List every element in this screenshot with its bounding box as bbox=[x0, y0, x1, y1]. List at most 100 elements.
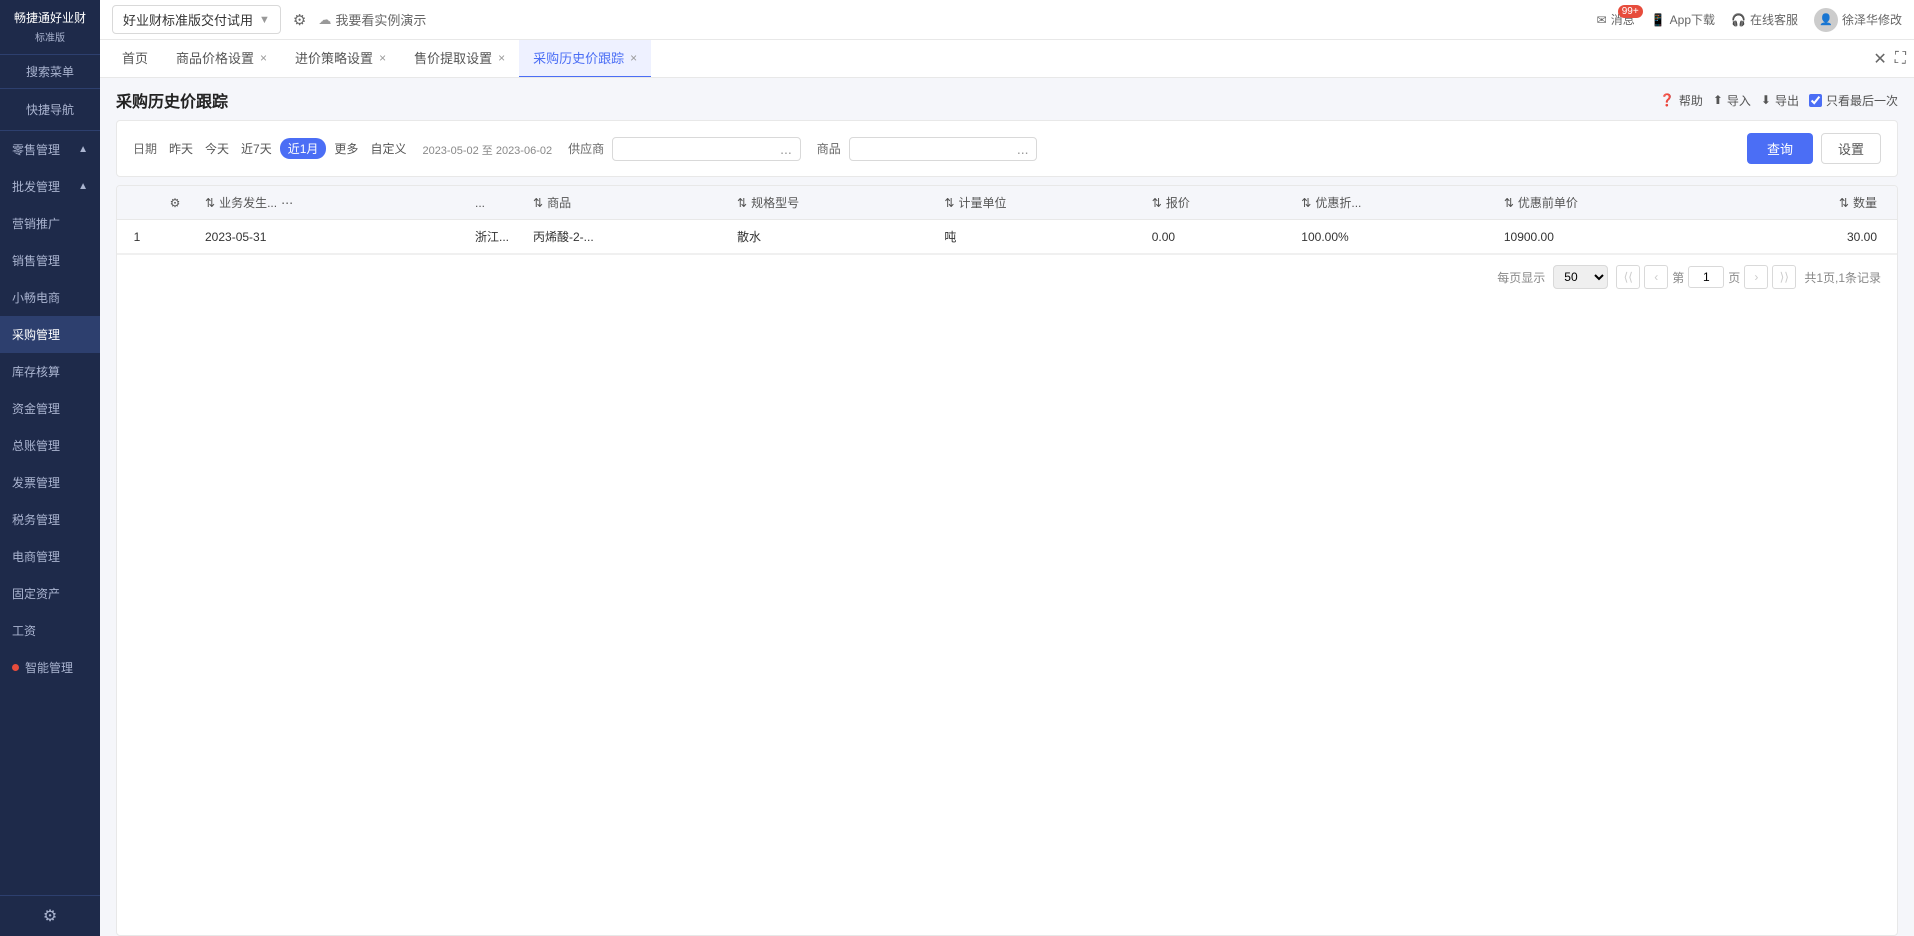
headset-icon: 🎧 bbox=[1731, 13, 1746, 27]
sidebar-item-salary[interactable]: 工资 bbox=[0, 612, 100, 649]
page-actions: ❓ 帮助 ⬆ 导入 ⬇ 导出 只看最后一次 bbox=[1660, 92, 1898, 109]
page-prev-button[interactable]: ‹ bbox=[1644, 265, 1668, 289]
query-button[interactable]: 查询 bbox=[1747, 133, 1813, 164]
sidebar-item-marketing[interactable]: 营销推广 bbox=[0, 205, 100, 242]
tab-expand-icon[interactable]: ⛶ bbox=[1895, 50, 1906, 68]
tab-home[interactable]: 首页 bbox=[108, 40, 162, 78]
app-name: 畅捷通好业财 bbox=[14, 10, 86, 27]
page-nav: ⟨⟨ ‹ 第 页 › ⟩⟩ bbox=[1616, 265, 1796, 289]
col-unit[interactable]: ⇅ 计量单位 bbox=[932, 186, 1139, 220]
date-opt-custom[interactable]: 自定义 bbox=[366, 138, 410, 159]
topbar-right: ✉ 消息 99+ 📱 App下载 🎧 在线客服 👤 徐泽华修改 bbox=[1597, 8, 1902, 32]
sidebar-item-inventory[interactable]: 库存核算 bbox=[0, 353, 100, 390]
sidebar-item-label-retail: 零售管理 bbox=[12, 141, 60, 158]
tab-sale-extract-close[interactable]: × bbox=[498, 52, 505, 64]
sidebar-item-sales[interactable]: 销售管理 bbox=[0, 242, 100, 279]
message-button[interactable]: ✉ 消息 99+ bbox=[1597, 11, 1635, 28]
date-filter-label: 日期 bbox=[133, 140, 157, 157]
tab-sale-extract[interactable]: 售价提取设置 × bbox=[400, 40, 519, 78]
supplier-dots[interactable]: ... bbox=[780, 141, 792, 157]
col-discount[interactable]: ⇅ 优惠折... bbox=[1289, 186, 1492, 220]
sidebar-item-invoice[interactable]: 发票管理 bbox=[0, 464, 100, 501]
date-opt-more[interactable]: 更多 bbox=[330, 138, 362, 159]
supplier-input[interactable] bbox=[621, 142, 776, 156]
date-opt-1month[interactable]: 近1月 bbox=[280, 138, 327, 159]
module-selector-arrow: ▼ bbox=[259, 14, 270, 26]
tab-price-settings[interactable]: 商品价格设置 × bbox=[162, 40, 281, 78]
online-service-button[interactable]: 🎧 在线客服 bbox=[1731, 11, 1798, 28]
col-business-date[interactable]: ⇅ 业务发生... ⋯ bbox=[193, 186, 463, 220]
page-last-button[interactable]: ⟩⟩ bbox=[1772, 265, 1796, 289]
page-first-button[interactable]: ⟨⟨ bbox=[1616, 265, 1640, 289]
tab-purchase-history-label: 采购历史价跟踪 bbox=[533, 48, 624, 67]
col-gear[interactable]: ⚙ bbox=[157, 186, 193, 220]
sidebar-item-ledger[interactable]: 总账管理 bbox=[0, 427, 100, 464]
app-download-button[interactable]: 📱 App下载 bbox=[1651, 11, 1715, 28]
table-gear-icon[interactable]: ⚙ bbox=[170, 196, 181, 210]
demo-button[interactable]: ☁ 我要看实例演示 bbox=[318, 10, 426, 29]
table-body: 1 2023-05-31 浙江... 丙烯酸-2-... 散水 吨 0.00 1… bbox=[117, 220, 1897, 254]
main-content: 好业财标准版交付试用 ▼ ⚙ ☁ 我要看实例演示 ✉ 消息 99+ 📱 App下… bbox=[100, 0, 1914, 936]
col-goods[interactable]: ⇅ 商品 bbox=[521, 186, 725, 220]
date-opt-today[interactable]: 今天 bbox=[201, 138, 233, 159]
page-next-button[interactable]: › bbox=[1744, 265, 1768, 289]
cell-gear bbox=[157, 220, 193, 254]
tab-purchase-strategy[interactable]: 进价策略设置 × bbox=[281, 40, 400, 78]
sidebar-item-ecommerce-small[interactable]: 小畅电商 bbox=[0, 279, 100, 316]
sidebar-item-finance[interactable]: 资金管理 bbox=[0, 390, 100, 427]
cell-discount: 100.00% bbox=[1289, 220, 1492, 254]
tab-home-label: 首页 bbox=[122, 48, 148, 67]
col-pre-discount[interactable]: ⇅ 优惠前单价 bbox=[1492, 186, 1728, 220]
help-button[interactable]: ❓ 帮助 bbox=[1660, 92, 1703, 109]
goods-dots[interactable]: ... bbox=[1017, 141, 1029, 157]
sort-icon-spec: ⇅ bbox=[737, 196, 747, 210]
settings-icon[interactable]: ⚙ bbox=[293, 11, 306, 29]
sidebar-item-label-ledger: 总账管理 bbox=[12, 437, 60, 454]
module-selector[interactable]: 好业财标准版交付试用 ▼ bbox=[112, 5, 281, 34]
sidebar-item-tax[interactable]: 税务管理 bbox=[0, 501, 100, 538]
col-spec[interactable]: ⇅ 规格型号 bbox=[725, 186, 932, 220]
tab-close-icon[interactable]: ✕ bbox=[1873, 49, 1886, 69]
goods-filter-group: 商品 ... bbox=[817, 137, 1038, 161]
col-quantity[interactable]: ⇅ 数量 bbox=[1728, 186, 1897, 220]
col-more-dots[interactable]: ... bbox=[463, 186, 521, 220]
tab-purchase-strategy-close[interactable]: × bbox=[379, 52, 386, 64]
sidebar-item-fixed-assets[interactable]: 固定资产 bbox=[0, 575, 100, 612]
last-only-checkbox[interactable] bbox=[1809, 94, 1822, 107]
last-only-toggle[interactable]: 只看最后一次 bbox=[1809, 92, 1898, 109]
page-label: 第 bbox=[1672, 269, 1684, 286]
page-input[interactable] bbox=[1688, 266, 1724, 288]
sidebar-item-wholesale[interactable]: 批发管理 ▲ bbox=[0, 168, 100, 205]
goods-input[interactable] bbox=[858, 142, 1013, 156]
cell-spec: 散水 bbox=[725, 220, 932, 254]
sidebar-item-purchase[interactable]: 采购管理 bbox=[0, 316, 100, 353]
col-business-date-dots[interactable]: ⋯ bbox=[281, 196, 293, 210]
tab-purchase-history[interactable]: 采购历史价跟踪 × bbox=[519, 40, 651, 78]
tab-price-settings-close[interactable]: × bbox=[260, 52, 267, 64]
filter-bar: 日期 昨天 今天 近7天 近1月 更多 自定义 2023-05-02 至 202… bbox=[116, 120, 1898, 177]
settings-button[interactable]: 设置 bbox=[1821, 133, 1881, 164]
sort-icon-goods: ⇅ bbox=[533, 196, 543, 210]
cell-unit: 吨 bbox=[932, 220, 1139, 254]
export-button[interactable]: ⬇ 导出 bbox=[1761, 92, 1799, 109]
user-menu[interactable]: 👤 徐泽华修改 bbox=[1814, 8, 1902, 32]
sidebar-logo: 畅捷通好业财 标准版 bbox=[0, 0, 100, 55]
cell-business-date: 2023-05-31 bbox=[193, 220, 463, 254]
col-pre-discount-label: 优惠前单价 bbox=[1518, 194, 1578, 211]
tab-purchase-history-close[interactable]: × bbox=[630, 52, 637, 64]
sidebar-item-ai[interactable]: 智能管理 bbox=[0, 649, 100, 686]
sidebar-quick-nav-label[interactable]: 快捷导航 bbox=[0, 95, 100, 124]
message-icon: ✉ bbox=[1597, 13, 1607, 27]
sidebar-quick-nav[interactable]: 快捷导航 bbox=[0, 89, 100, 131]
username-label: 徐泽华修改 bbox=[1842, 11, 1902, 28]
date-opt-7days[interactable]: 近7天 bbox=[237, 138, 276, 159]
per-page-select[interactable]: 50 10 20 100 bbox=[1553, 265, 1608, 289]
sidebar-item-ecommerce[interactable]: 电商管理 bbox=[0, 538, 100, 575]
date-opt-yesterday[interactable]: 昨天 bbox=[165, 138, 197, 159]
sidebar-settings-icon[interactable]: ⚙ bbox=[43, 906, 57, 926]
import-button[interactable]: ⬆ 导入 bbox=[1713, 92, 1751, 109]
col-quote[interactable]: ⇅ 报价 bbox=[1140, 186, 1290, 220]
goods-filter-label: 商品 bbox=[817, 140, 841, 157]
sidebar-item-retail[interactable]: 零售管理 ▲ bbox=[0, 131, 100, 168]
sidebar-search-menu[interactable]: 搜索菜单 bbox=[0, 55, 100, 89]
